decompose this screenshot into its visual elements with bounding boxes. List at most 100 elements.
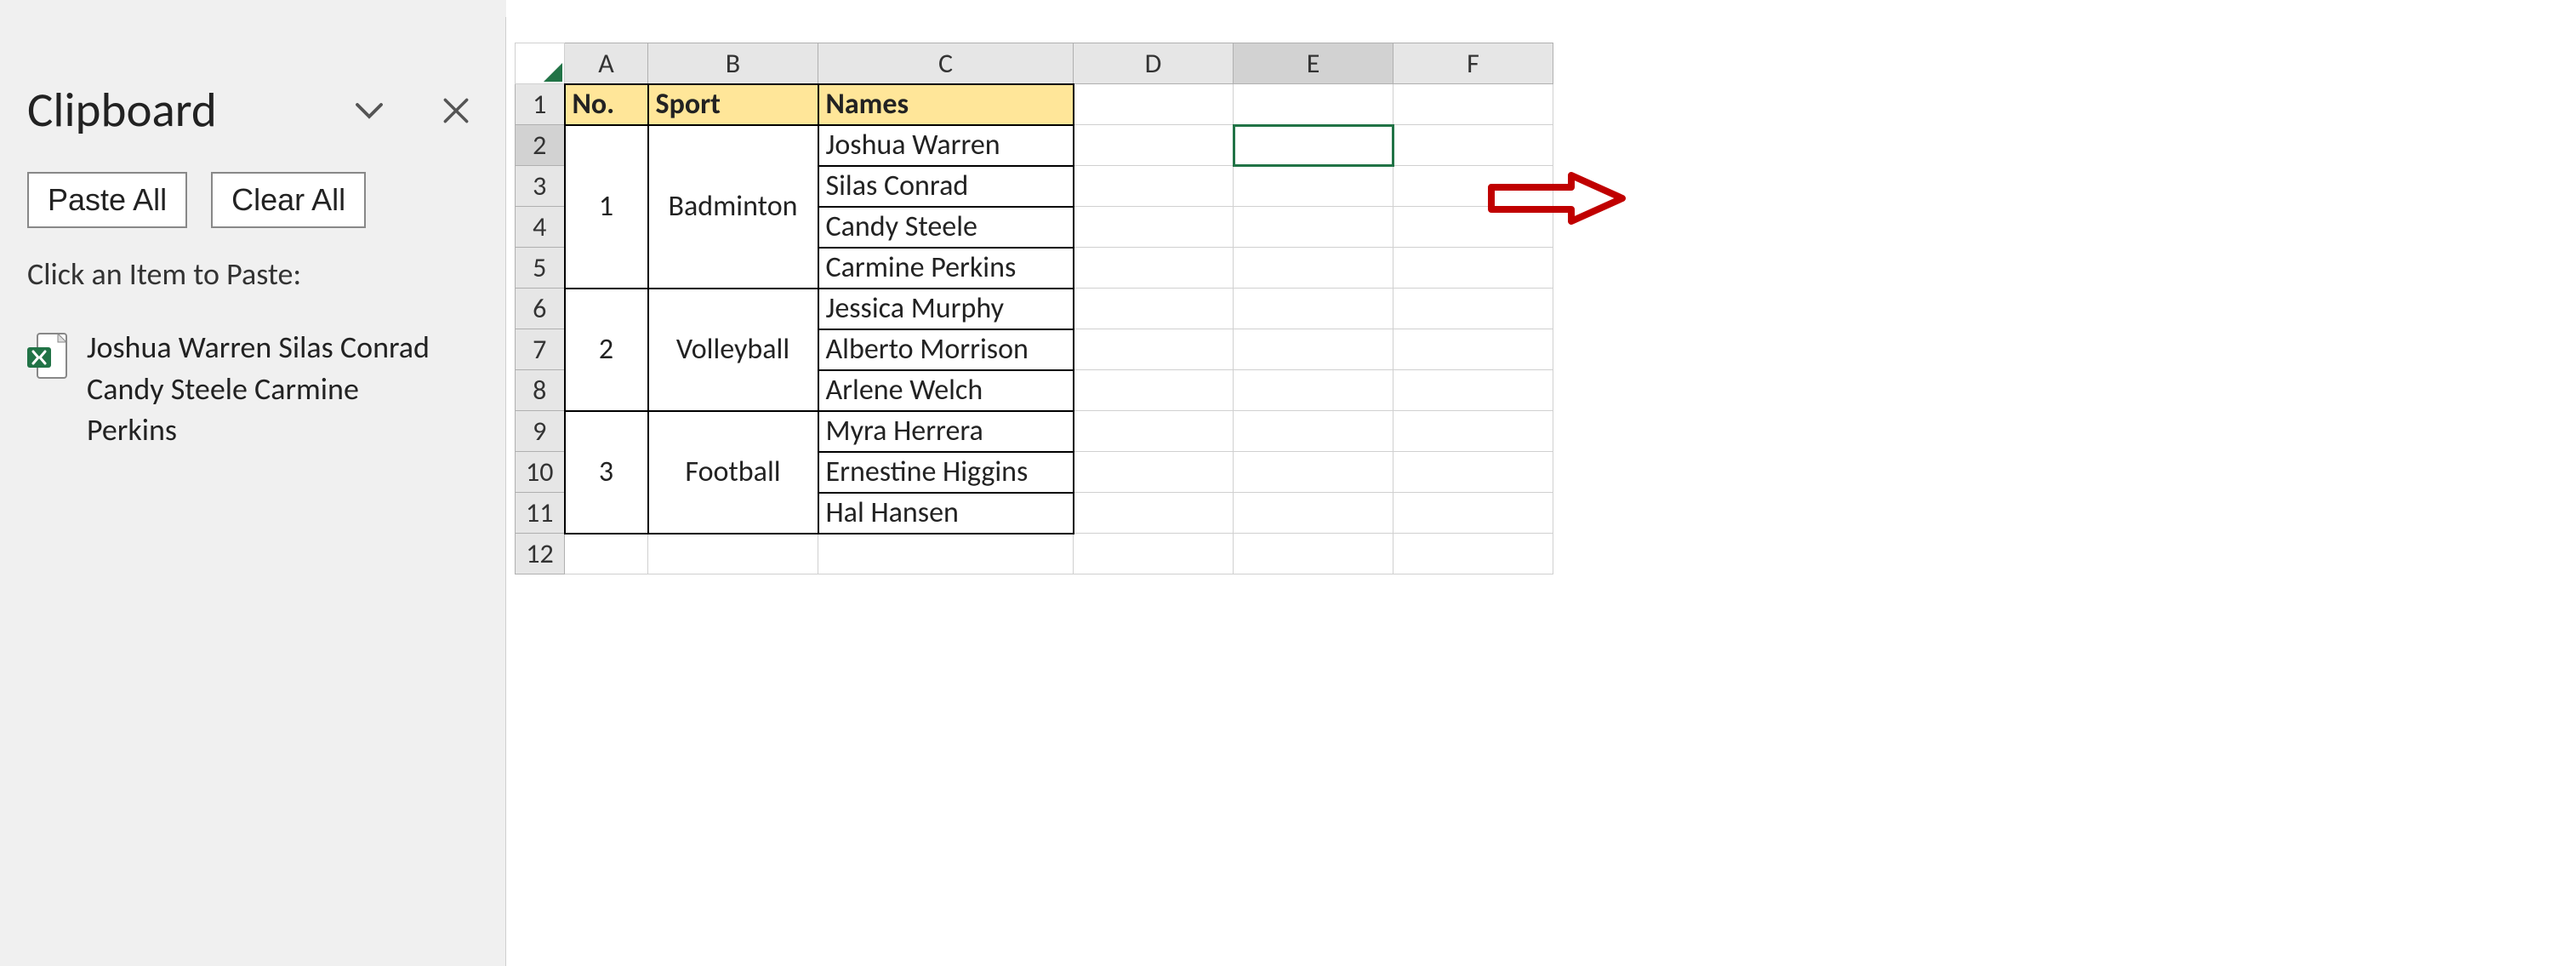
row-header-2[interactable]: 2 [516, 125, 565, 166]
cell-E1[interactable] [1234, 84, 1393, 125]
ribbon-stub [0, 0, 506, 17]
cell-F11[interactable] [1393, 493, 1553, 534]
cell-F5[interactable] [1393, 248, 1553, 289]
column-header-row: A B C D E F [516, 43, 1553, 84]
cell-F7[interactable] [1393, 329, 1553, 370]
row-header-5[interactable]: 5 [516, 248, 565, 289]
cell-D1[interactable] [1074, 84, 1234, 125]
cell-C3[interactable]: Silas Conrad [818, 166, 1074, 207]
col-header-D[interactable]: D [1074, 43, 1234, 84]
clipboard-header-icons [347, 89, 478, 133]
table-row: 6 2 Volleyball Jessica Murphy [516, 289, 1553, 329]
cell-F8[interactable] [1393, 370, 1553, 411]
row-header-7[interactable]: 7 [516, 329, 565, 370]
cell-A6[interactable]: 2 [565, 289, 648, 411]
select-all-corner[interactable] [516, 43, 565, 84]
cell-C2[interactable]: Joshua Warren [818, 125, 1074, 166]
cell-D2[interactable] [1074, 125, 1234, 166]
row-header-8[interactable]: 8 [516, 370, 565, 411]
cell-E11[interactable] [1234, 493, 1393, 534]
cell-C1[interactable]: Names [818, 84, 1074, 125]
cell-C11[interactable]: Hal Hansen [818, 493, 1074, 534]
cell-D3[interactable] [1074, 166, 1234, 207]
cell-E3[interactable] [1234, 166, 1393, 207]
cell-C5[interactable]: Carmine Perkins [818, 248, 1074, 289]
table-row: 9 3 Football Myra Herrera [516, 411, 1553, 452]
cell-D7[interactable] [1074, 329, 1234, 370]
close-icon[interactable] [434, 89, 478, 133]
row-header-3[interactable]: 3 [516, 166, 565, 207]
paste-all-button[interactable]: Paste All [27, 172, 187, 228]
cell-E5[interactable] [1234, 248, 1393, 289]
spreadsheet-grid[interactable]: A B C D E F 1 No. Sport Names 2 1 B [515, 43, 1553, 574]
cell-D11[interactable] [1074, 493, 1234, 534]
cell-E12[interactable] [1234, 534, 1393, 574]
excel-icon [27, 332, 68, 380]
cell-F4[interactable] [1393, 207, 1553, 248]
cell-D12[interactable] [1074, 534, 1234, 574]
cell-F1[interactable] [1393, 84, 1553, 125]
cell-D8[interactable] [1074, 370, 1234, 411]
cell-E10[interactable] [1234, 452, 1393, 493]
cell-A9[interactable]: 3 [565, 411, 648, 534]
spreadsheet-area: A B C D E F 1 No. Sport Names 2 1 B [506, 0, 2576, 966]
cell-D6[interactable] [1074, 289, 1234, 329]
cell-B9[interactable]: Football [648, 411, 818, 534]
cell-B1[interactable]: Sport [648, 84, 818, 125]
clipboard-pane: Clipboard Paste All Clear All Click an I… [0, 0, 506, 966]
row-header-12[interactable]: 12 [516, 534, 565, 574]
clipboard-item-line1: Joshua Warren Silas Conrad [87, 329, 430, 366]
row-header-11[interactable]: 11 [516, 493, 565, 534]
col-header-E[interactable]: E [1234, 43, 1393, 84]
cell-F3[interactable] [1393, 166, 1553, 207]
table-row: 2 1 Badminton Joshua Warren [516, 125, 1553, 166]
cell-C7[interactable]: Alberto Morrison [818, 329, 1074, 370]
col-header-B[interactable]: B [648, 43, 818, 84]
row-header-1[interactable]: 1 [516, 84, 565, 125]
table-row: 1 No. Sport Names [516, 84, 1553, 125]
cell-F9[interactable] [1393, 411, 1553, 452]
cell-C6[interactable]: Jessica Murphy [818, 289, 1074, 329]
clipboard-header: Clipboard [27, 81, 478, 140]
cell-C10[interactable]: Ernestine Higgins [818, 452, 1074, 493]
col-header-F[interactable]: F [1393, 43, 1553, 84]
cell-D4[interactable] [1074, 207, 1234, 248]
clipboard-item-text: Joshua Warren Silas Conrad Candy Steele … [87, 327, 453, 451]
cell-A2[interactable]: 1 [565, 125, 648, 289]
chevron-down-icon[interactable] [347, 89, 391, 133]
row-header-10[interactable]: 10 [516, 452, 565, 493]
clipboard-title: Clipboard [27, 81, 217, 140]
clipboard-item[interactable]: Joshua Warren Silas Conrad Candy Steele … [27, 327, 478, 451]
clipboard-item-line2: Candy Steele Carmine Perkins [87, 370, 359, 449]
cell-D9[interactable] [1074, 411, 1234, 452]
cell-F12[interactable] [1393, 534, 1553, 574]
cell-E2[interactable] [1234, 125, 1393, 166]
cell-F2[interactable] [1393, 125, 1553, 166]
cell-B6[interactable]: Volleyball [648, 289, 818, 411]
cell-F6[interactable] [1393, 289, 1553, 329]
app-root: Clipboard Paste All Clear All Click an I… [0, 0, 2576, 966]
cell-B12[interactable] [648, 534, 818, 574]
col-header-A[interactable]: A [565, 43, 648, 84]
cell-E8[interactable] [1234, 370, 1393, 411]
cell-D10[interactable] [1074, 452, 1234, 493]
row-header-4[interactable]: 4 [516, 207, 565, 248]
row-header-9[interactable]: 9 [516, 411, 565, 452]
cell-C12[interactable] [818, 534, 1074, 574]
col-header-C[interactable]: C [818, 43, 1074, 84]
clear-all-button[interactable]: Clear All [211, 172, 366, 228]
cell-B2[interactable]: Badminton [648, 125, 818, 289]
row-header-6[interactable]: 6 [516, 289, 565, 329]
cell-E7[interactable] [1234, 329, 1393, 370]
cell-E9[interactable] [1234, 411, 1393, 452]
cell-F10[interactable] [1393, 452, 1553, 493]
clipboard-button-row: Paste All Clear All [27, 172, 478, 228]
cell-C8[interactable]: Arlene Welch [818, 370, 1074, 411]
cell-E6[interactable] [1234, 289, 1393, 329]
cell-C9[interactable]: Myra Herrera [818, 411, 1074, 452]
cell-E4[interactable] [1234, 207, 1393, 248]
cell-D5[interactable] [1074, 248, 1234, 289]
cell-C4[interactable]: Candy Steele [818, 207, 1074, 248]
cell-A12[interactable] [565, 534, 648, 574]
cell-A1[interactable]: No. [565, 84, 648, 125]
